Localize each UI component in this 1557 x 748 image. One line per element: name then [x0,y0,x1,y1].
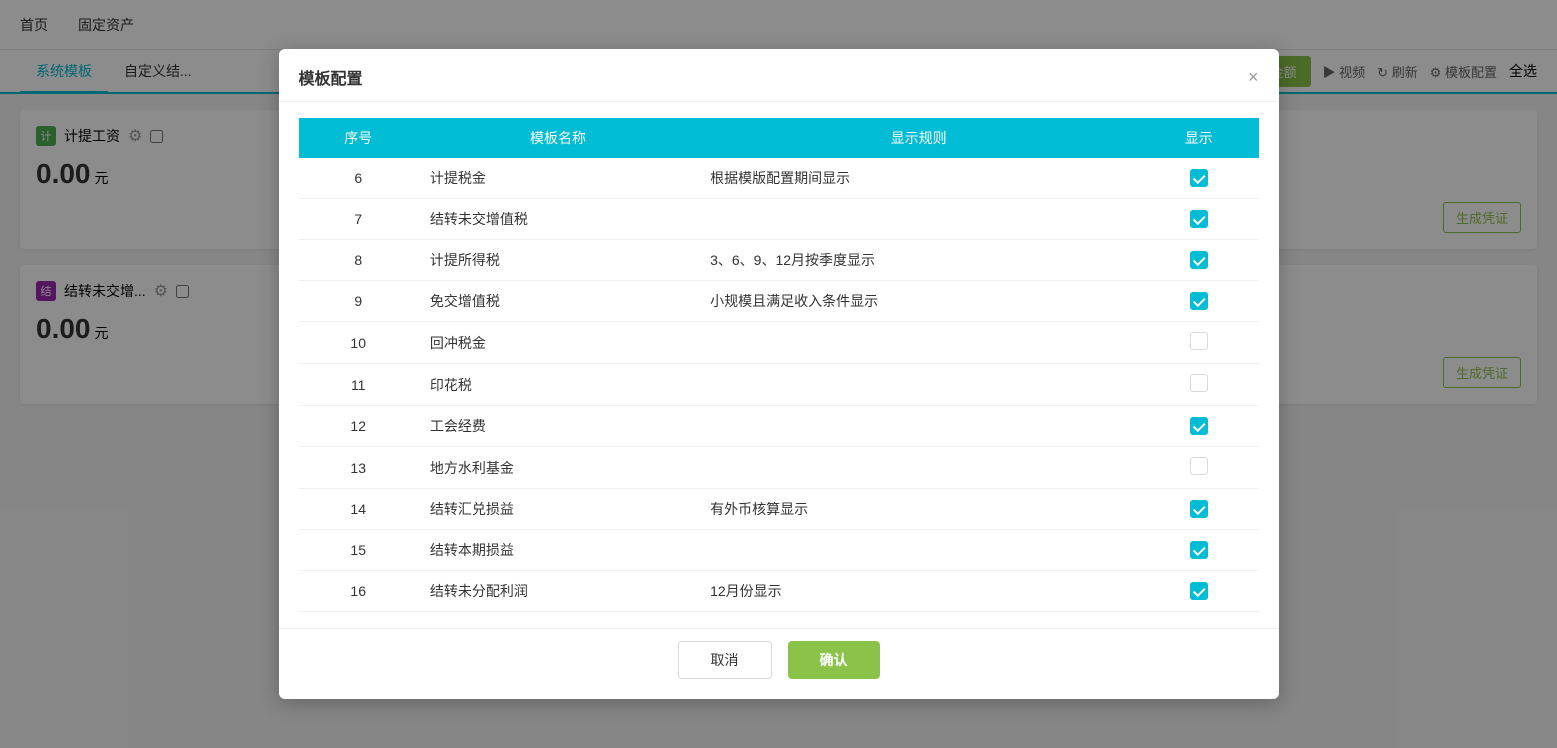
cell-rule [698,364,1139,406]
cell-rule: 根据模版配置期间显示 [698,158,1139,199]
table-row: 10回冲税金 [299,322,1259,364]
checkbox-row-0[interactable] [1190,169,1208,187]
cell-checkbox [1139,322,1258,364]
cell-seq: 15 [299,530,418,571]
col-header-rule: 显示规则 [698,118,1139,158]
cell-checkbox [1139,240,1258,281]
table-row: 12工会经费 [299,406,1259,447]
checkbox-row-4[interactable] [1190,332,1208,350]
table-row: 8计提所得税3、6、9、12月按季度显示 [299,240,1259,281]
cell-checkbox [1139,158,1258,199]
checkbox-row-6[interactable] [1190,417,1208,435]
col-header-seq: 序号 [299,118,418,158]
checkbox-row-7[interactable] [1190,457,1208,475]
cell-seq: 13 [299,447,418,489]
modal-close-button[interactable]: × [1248,68,1259,86]
table-row: 6计提税金根据模版配置期间显示 [299,158,1259,199]
table-row: 7结转未交增值税 [299,199,1259,240]
cell-name: 印花税 [418,364,698,406]
cell-rule: 有外币核算显示 [698,489,1139,530]
table-row: 13地方水利基金 [299,447,1259,489]
cell-seq: 10 [299,322,418,364]
cell-seq: 14 [299,489,418,530]
cell-seq: 12 [299,406,418,447]
checkbox-row-10[interactable] [1190,582,1208,600]
table-scroll-wrapper[interactable]: 序号 模板名称 显示规则 显示 6计提税金根据模版配置期间显示7结转未交增值税8… [299,118,1259,612]
cell-seq: 7 [299,199,418,240]
cell-name: 免交增值税 [418,281,698,322]
cell-rule [698,447,1139,489]
cell-checkbox [1139,281,1258,322]
modal-header: 模板配置 × [279,49,1279,102]
cell-rule [698,199,1139,240]
table-body: 6计提税金根据模版配置期间显示7结转未交增值税8计提所得税3、6、9、12月按季… [299,158,1259,612]
table-header: 序号 模板名称 显示规则 显示 [299,118,1259,158]
cell-name: 回冲税金 [418,322,698,364]
cell-name: 计提所得税 [418,240,698,281]
checkbox-row-3[interactable] [1190,292,1208,310]
cell-seq: 11 [299,364,418,406]
checkbox-row-9[interactable] [1190,541,1208,559]
modal-title: 模板配置 [299,65,363,89]
cell-name: 工会经费 [418,406,698,447]
checkbox-row-5[interactable] [1190,374,1208,392]
cell-rule: 12月份显示 [698,571,1139,612]
cell-checkbox [1139,571,1258,612]
checkbox-row-8[interactable] [1190,500,1208,518]
modal-footer: 取消 确认 [279,628,1279,699]
cell-name: 结转本期损益 [418,530,698,571]
table-row: 11印花税 [299,364,1259,406]
confirm-button[interactable]: 确认 [788,641,880,679]
modal-template-config: 模板配置 × 序号 模板名称 显示规则 显示 6计提税金根据模版配置期间显 [279,49,1279,699]
cell-rule: 3、6、9、12月按季度显示 [698,240,1139,281]
table-row: 9免交增值税小规模且满足收入条件显示 [299,281,1259,322]
cell-seq: 16 [299,571,418,612]
cell-seq: 8 [299,240,418,281]
cell-rule [698,530,1139,571]
checkbox-row-2[interactable] [1190,251,1208,269]
cancel-button[interactable]: 取消 [678,641,772,679]
table-row: 16结转未分配利润12月份显示 [299,571,1259,612]
cell-checkbox [1139,530,1258,571]
cell-name: 计提税金 [418,158,698,199]
cell-name: 结转未分配利润 [418,571,698,612]
cell-rule: 小规模且满足收入条件显示 [698,281,1139,322]
cell-name: 地方水利基金 [418,447,698,489]
cell-rule [698,406,1139,447]
cell-checkbox [1139,364,1258,406]
modal-body: 序号 模板名称 显示规则 显示 6计提税金根据模版配置期间显示7结转未交增值税8… [279,102,1279,628]
checkbox-row-1[interactable] [1190,210,1208,228]
col-header-name: 模板名称 [418,118,698,158]
table-row: 14结转汇兑损益有外币核算显示 [299,489,1259,530]
modal-overlay: 模板配置 × 序号 模板名称 显示规则 显示 6计提税金根据模版配置期间显 [0,0,1557,748]
table-row: 15结转本期损益 [299,530,1259,571]
cell-seq: 6 [299,158,418,199]
cell-checkbox [1139,489,1258,530]
cell-name: 结转汇兑损益 [418,489,698,530]
cell-name: 结转未交增值税 [418,199,698,240]
cell-rule [698,322,1139,364]
col-header-display: 显示 [1139,118,1258,158]
cell-checkbox [1139,447,1258,489]
config-table: 序号 模板名称 显示规则 显示 6计提税金根据模版配置期间显示7结转未交增值税8… [299,118,1259,612]
cell-checkbox [1139,406,1258,447]
cell-checkbox [1139,199,1258,240]
cell-seq: 9 [299,281,418,322]
